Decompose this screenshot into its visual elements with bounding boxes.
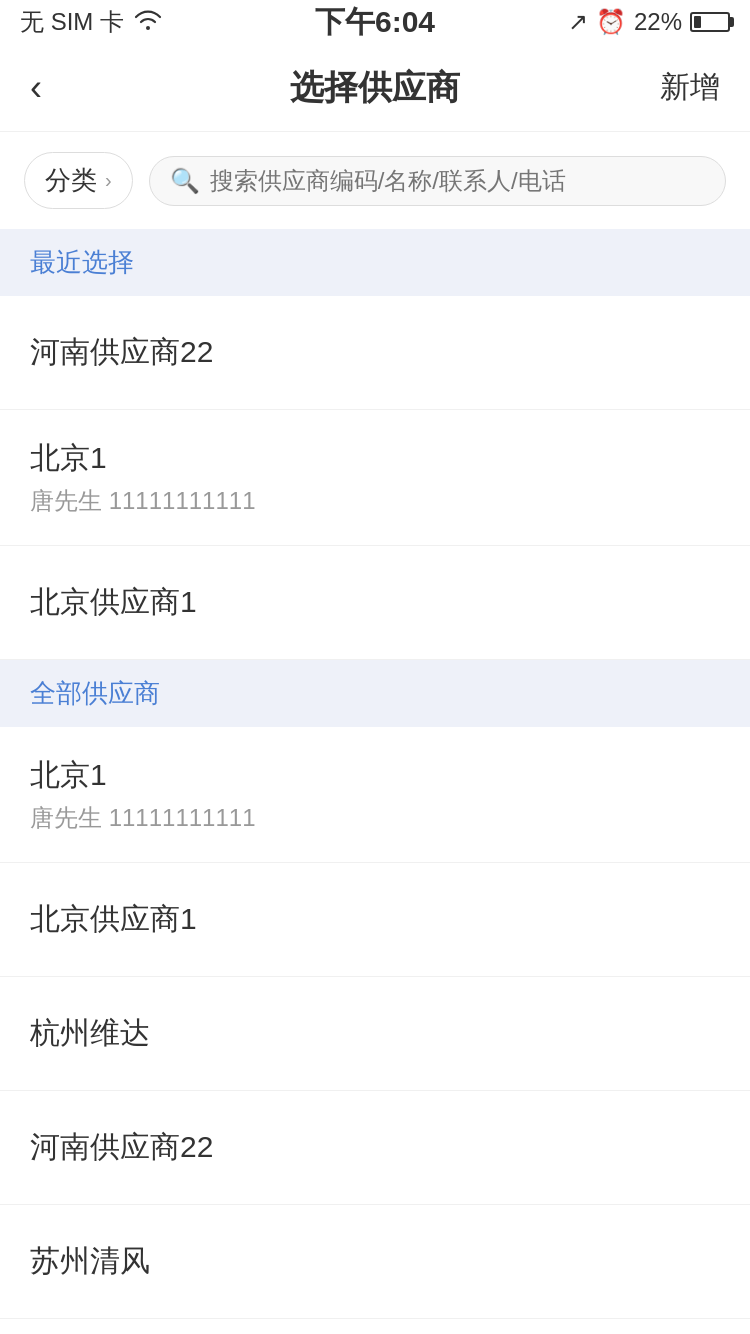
category-button[interactable]: 分类 › bbox=[24, 152, 133, 209]
back-button[interactable]: ‹ bbox=[30, 67, 90, 109]
status-right: ↗ ⏰ 22% bbox=[568, 8, 730, 36]
list-item[interactable]: 河南供应商22 bbox=[0, 296, 750, 410]
filter-bar: 分类 › 🔍 bbox=[0, 132, 750, 229]
item-name: 北京1 bbox=[30, 438, 720, 479]
search-icon: 🔍 bbox=[170, 167, 200, 195]
item-sub: 唐先生 11111111111 bbox=[30, 802, 720, 834]
status-time: 下午6:04 bbox=[315, 2, 435, 43]
page-title: 选择供应商 bbox=[290, 65, 460, 111]
item-name: 北京供应商1 bbox=[30, 582, 720, 623]
all-items-list: 北京1 唐先生 11111111111 北京供应商1 杭州维达河南供应商22 苏州清风 bbox=[0, 727, 750, 1319]
alarm-icon: ⏰ bbox=[596, 8, 626, 36]
search-box[interactable]: 🔍 bbox=[149, 156, 726, 206]
carrier-text: 无 SIM 卡 bbox=[20, 6, 124, 38]
all-section-header: 全部供应商 bbox=[0, 660, 750, 727]
recent-section-label: 最近选择 bbox=[30, 247, 134, 277]
battery-percent: 22% bbox=[634, 8, 682, 36]
battery-indicator bbox=[690, 12, 730, 32]
list-item[interactable]: 北京1 唐先生 11111111111 bbox=[0, 410, 750, 546]
list-item[interactable]: 河南供应商22 bbox=[0, 1091, 750, 1205]
list-item[interactable]: 苏州清风 bbox=[0, 1205, 750, 1319]
status-bar: 无 SIM 卡 下午6:04 ↗ ⏰ 22% bbox=[0, 0, 750, 44]
search-input[interactable] bbox=[210, 167, 705, 195]
nav-bar: ‹ 选择供应商 新增 bbox=[0, 44, 750, 132]
chevron-right-icon: › bbox=[105, 169, 112, 192]
item-name: 北京1 bbox=[30, 755, 720, 796]
recent-items-list: 河南供应商22 北京1 唐先生 11111111111 北京供应商1 bbox=[0, 296, 750, 660]
location-icon: ↗ bbox=[568, 8, 588, 36]
item-name: 河南供应商22 bbox=[30, 1127, 720, 1168]
wifi-icon bbox=[134, 8, 162, 36]
status-carrier: 无 SIM 卡 bbox=[20, 6, 162, 38]
list-item[interactable]: 北京1 唐先生 11111111111 bbox=[0, 727, 750, 863]
item-name: 杭州维达 bbox=[30, 1013, 720, 1054]
item-name: 苏州清风 bbox=[30, 1241, 720, 1282]
category-label: 分类 bbox=[45, 163, 97, 198]
list-item[interactable]: 北京供应商1 bbox=[0, 546, 750, 660]
all-section-label: 全部供应商 bbox=[30, 678, 160, 708]
add-button[interactable]: 新增 bbox=[660, 67, 720, 108]
list-item[interactable]: 杭州维达 bbox=[0, 977, 750, 1091]
list-item[interactable]: 北京供应商1 bbox=[0, 863, 750, 977]
item-sub: 唐先生 11111111111 bbox=[30, 485, 720, 517]
item-name: 北京供应商1 bbox=[30, 899, 720, 940]
recent-section-header: 最近选择 bbox=[0, 229, 750, 296]
item-name: 河南供应商22 bbox=[30, 332, 720, 373]
